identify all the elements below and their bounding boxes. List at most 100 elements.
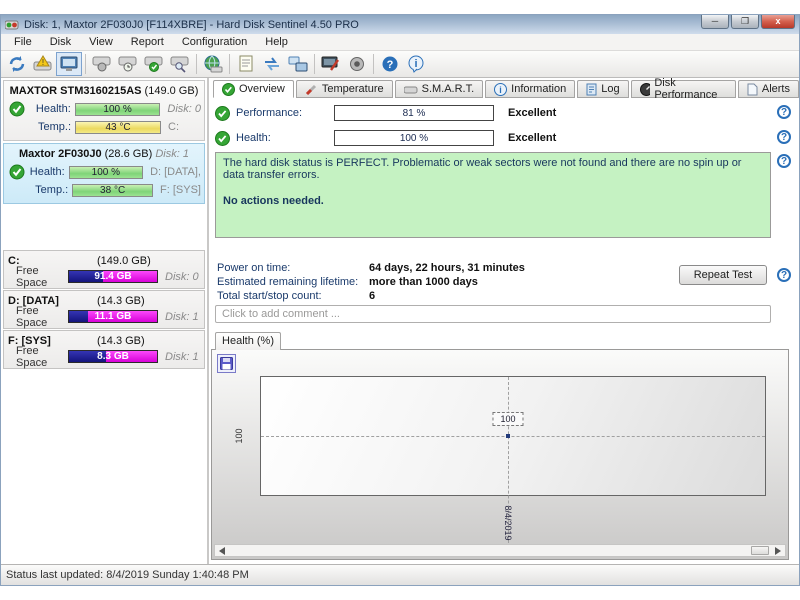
health-row: Health: 100 % Excellent <box>215 129 556 147</box>
tab-disk-performance[interactable]: Disk Performance <box>630 77 736 101</box>
help-icon[interactable]: ? <box>777 154 791 168</box>
status-ok-icon <box>215 130 230 146</box>
sound-alert-icon[interactable] <box>344 52 370 76</box>
info-icon[interactable]: i <box>403 52 429 76</box>
data-point-label: 100 <box>492 412 524 426</box>
temp-bar: 38 °C <box>72 183 154 197</box>
stat-value: 64 days, 22 hours, 31 minutes <box>369 262 525 274</box>
performance-bar: 81 % <box>334 105 494 121</box>
chart-tab-health[interactable]: Health (%) <box>215 332 281 350</box>
health-chart-panel: 100 100 8/4/2019 <box>211 349 789 560</box>
data-point <box>505 434 510 438</box>
gauge-icon <box>639 82 651 96</box>
partition-item-d[interactable]: D: [DATA] (14.3 GB) Free Space 11.1 GB Di… <box>3 290 205 329</box>
health-label: Health: <box>35 103 71 115</box>
scroll-left-arrow[interactable] <box>219 547 225 555</box>
desktop-alert-icon[interactable] <box>318 52 344 76</box>
partition-item-c[interactable]: C: (149.0 GB) Free Space 91.4 GB Disk: 0 <box>3 250 205 289</box>
x-axis-tick: 8/4/2019 <box>502 505 513 541</box>
status-last-updated: Status last updated: 8/4/2019 Sunday 1:4… <box>6 569 249 581</box>
titlebar[interactable]: Disk: 1, Maxtor 2F030J0 [F114XBRE] - Har… <box>1 15 799 34</box>
scroll-right-arrow[interactable] <box>775 547 781 555</box>
info-icon: i <box>494 82 508 96</box>
help-icon[interactable]: ? <box>377 52 403 76</box>
stat-value: more than 1000 days <box>369 276 478 288</box>
free-space-label: Free Space <box>16 304 48 329</box>
health-rating: Excellent <box>508 132 557 144</box>
main-content: Overview Temperature S.M.A.R.T. i Informa… <box>209 77 799 564</box>
detect-disks-icon[interactable] <box>56 52 82 76</box>
status-ok-icon <box>9 164 25 180</box>
disk-title: Maxtor 2F030J0 (28.6 GB) Disk: 1 <box>19 148 189 160</box>
menu-configuration[interactable]: Configuration <box>173 35 256 49</box>
disk-schedule-icon[interactable] <box>115 52 141 76</box>
temp-label: Temp.: <box>37 121 71 133</box>
health-bar: 100 % <box>68 165 144 179</box>
thermometer-icon <box>305 84 316 95</box>
free-space-bar: 11.1 GB <box>68 310 158 323</box>
disk-list-item-1[interactable]: Maxtor 2F030J0 (28.6 GB) Disk: 1 Health:… <box>3 143 205 204</box>
performance-label: Performance: <box>236 107 303 119</box>
temp-label: Temp.: <box>35 184 69 196</box>
status-ok-icon <box>215 105 230 121</box>
scrollbar-thumb[interactable] <box>751 546 769 555</box>
window-title: Disk: 1, Maxtor 2F030J0 [F114XBRE] - Har… <box>24 18 359 31</box>
remote-computers-icon[interactable] <box>285 52 311 76</box>
disk-list-item-0[interactable]: MAXTOR STM3160215AS (149.0 GB) Health: 1… <box>3 80 205 141</box>
refresh-icon[interactable] <box>4 52 30 76</box>
partition-size: (14.3 GB) <box>97 334 145 347</box>
save-chart-button[interactable] <box>217 354 236 373</box>
restore-button[interactable]: ❐ <box>731 15 759 29</box>
menu-report[interactable]: Report <box>122 35 173 49</box>
temp-bar: 43 °C <box>75 120 161 134</box>
health-label: Health: <box>236 132 271 144</box>
minimize-button[interactable]: ─ <box>701 15 729 29</box>
toolbar: ! ? i <box>1 51 799 78</box>
close-button[interactable]: x <box>761 15 795 29</box>
stat-label: Total start/stop count: <box>217 290 322 302</box>
stat-label: Estimated remaining lifetime: <box>217 276 359 288</box>
tab-smart[interactable]: S.M.A.R.T. <box>394 80 484 98</box>
tab-alerts[interactable]: Alerts <box>737 80 799 98</box>
disk-sidebar: MAXTOR STM3160215AS (149.0 GB) Health: 1… <box>1 78 209 564</box>
tabbar: Overview Temperature S.M.A.R.T. i Informa… <box>213 77 799 101</box>
tab-information[interactable]: i Information <box>485 80 576 98</box>
tab-overview[interactable]: Overview <box>213 80 294 98</box>
help-icon[interactable]: ? <box>777 130 791 144</box>
disk-search-icon[interactable] <box>167 52 193 76</box>
page-icon <box>747 83 758 95</box>
sync-icon[interactable] <box>259 52 285 76</box>
disk-icon <box>403 86 418 93</box>
disk-accept-icon[interactable] <box>141 52 167 76</box>
health-chart-plot: 100 100 8/4/2019 <box>234 376 766 543</box>
disk-control-icon[interactable] <box>89 52 115 76</box>
app-window: Disk: 1, Maxtor 2F030J0 [F114XBRE] - Har… <box>0 14 800 586</box>
help-icon[interactable]: ? <box>777 268 791 282</box>
health-bar: 100 % <box>74 102 161 116</box>
actions-text: No actions needed. <box>223 195 324 207</box>
menu-file[interactable]: File <box>5 35 41 49</box>
disk-title: MAXTOR STM3160215AS (149.0 GB) <box>9 85 199 97</box>
help-icon[interactable]: ? <box>777 105 791 119</box>
menu-disk[interactable]: Disk <box>41 35 80 49</box>
tab-log[interactable]: Log <box>577 80 629 98</box>
network-globe-icon[interactable] <box>200 52 226 76</box>
svg-text:!: ! <box>42 58 44 67</box>
chart-horizontal-scrollbar[interactable] <box>214 544 786 557</box>
disk-warning-icon[interactable]: ! <box>30 52 56 76</box>
repeat-test-button[interactable]: Repeat Test <box>679 265 767 285</box>
volume-ref: C: <box>168 121 179 133</box>
report-icon[interactable] <box>233 52 259 76</box>
tab-temperature[interactable]: Temperature <box>295 80 393 98</box>
partition-item-f[interactable]: F: [SYS] (14.3 GB) Free Space 8.3 GB Disk… <box>3 330 205 369</box>
menu-view[interactable]: View <box>80 35 122 49</box>
menu-help[interactable]: Help <box>256 35 297 49</box>
disk-number: Disk: 0 <box>167 103 201 115</box>
free-space-bar: 91.4 GB <box>68 270 158 283</box>
comment-input[interactable] <box>215 305 771 323</box>
performance-row: Performance: 81 % Excellent <box>215 104 556 122</box>
svg-text:i: i <box>414 58 417 70</box>
disk-number: Disk: 1 <box>165 310 199 323</box>
menubar: File Disk View Report Configuration Help <box>1 34 799 51</box>
free-space-bar: 8.3 GB <box>68 350 158 363</box>
